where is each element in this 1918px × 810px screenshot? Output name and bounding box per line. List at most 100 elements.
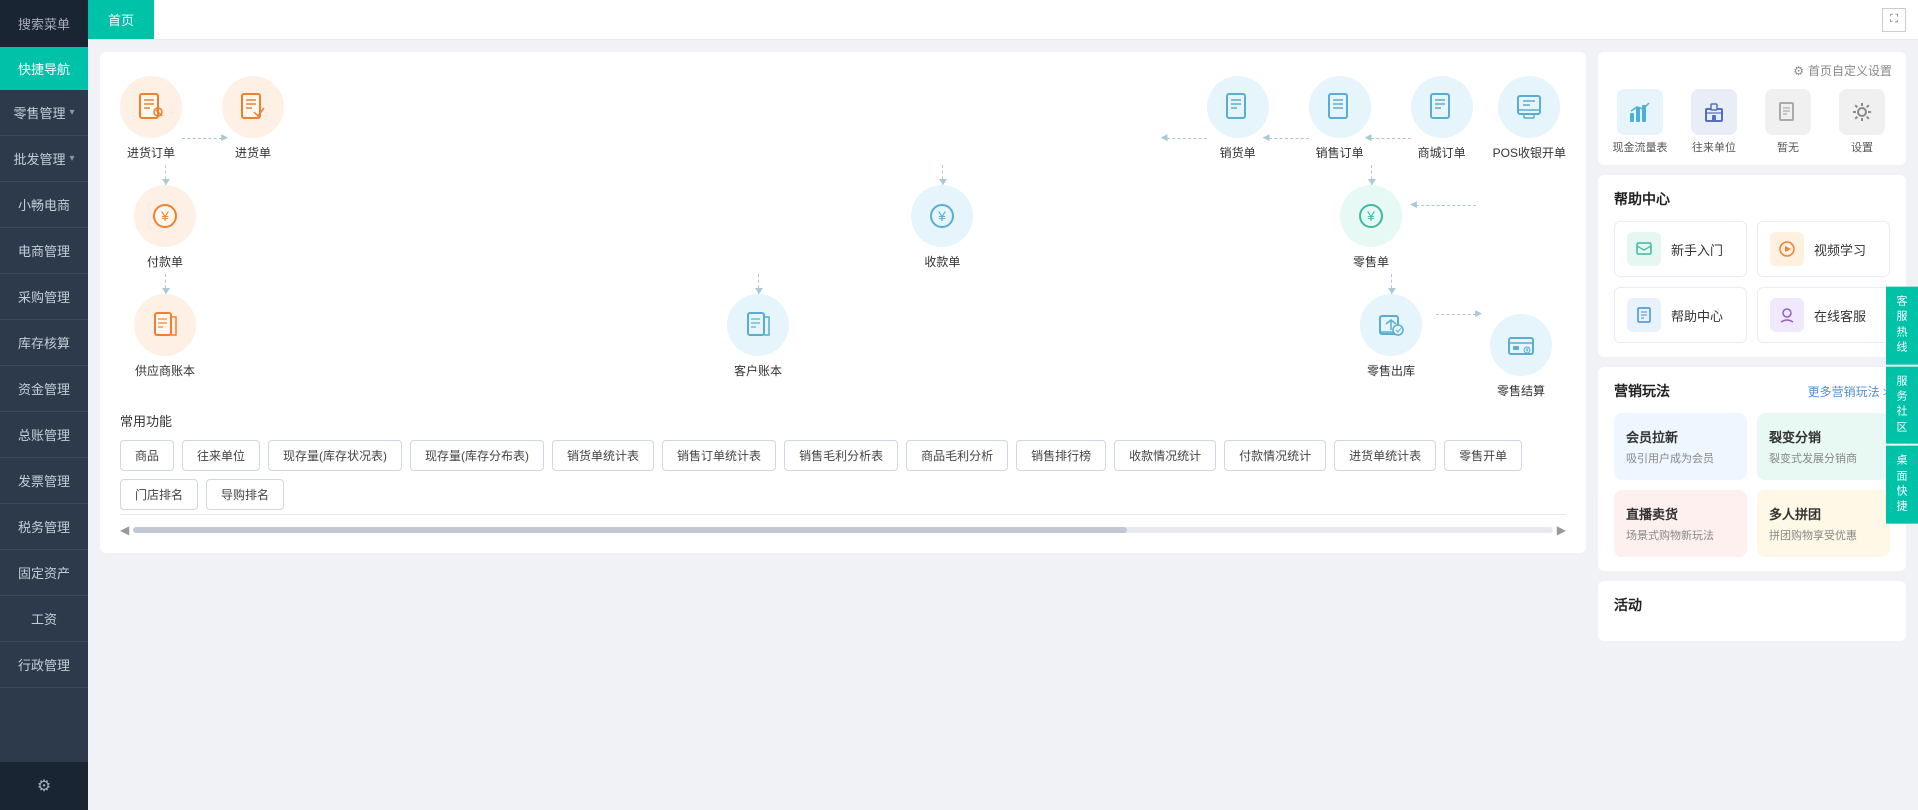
quick-access-icon-item[interactable]: 现金流量表 — [1612, 89, 1668, 155]
scroll-track[interactable] — [133, 527, 1553, 533]
marketing-item[interactable]: 直播卖货场景式购物新玩法 — [1614, 490, 1747, 557]
sidebar-item-retail[interactable]: 零售管理 ▾ — [0, 90, 88, 136]
node-pos[interactable]: POS收银开单 — [1493, 76, 1566, 161]
float-buttons: 客服热线 服务社区 桌面快捷 — [1886, 287, 1918, 524]
quick-access-icon-label: 往来单位 — [1692, 139, 1736, 155]
payment-icon: ¥ — [134, 185, 196, 247]
quick-access-card: ⚙ 首页自定义设置 现金流量表 往来单位 暂无设置 — [1598, 52, 1906, 165]
scroll-right-arrow[interactable]: ▶ — [1557, 523, 1566, 537]
common-functions-section: 常用功能 商品往来单位现存量(库存状况表)现存量(库存分布表)销货单统计表销售订… — [120, 411, 1566, 537]
quick-access-icon-item[interactable]: 设置 — [1834, 89, 1890, 155]
sidebar-item-invoice[interactable]: 发票管理 — [0, 458, 88, 504]
sidebar-item-finance[interactable]: 资金管理 — [0, 366, 88, 412]
help-item[interactable]: 视频学习 — [1757, 221, 1890, 277]
community-button[interactable]: 服务社区 — [1886, 366, 1918, 444]
common-func-button[interactable]: 进货单统计表 — [1334, 440, 1436, 471]
purchase-bill-icon — [222, 76, 284, 138]
homepage-settings-button[interactable]: ⚙ 首页自定义设置 — [1793, 62, 1892, 79]
flow-card: 进货订单 ▶ — [100, 52, 1586, 553]
common-func-button[interactable]: 导购排名 — [206, 479, 284, 510]
quick-access-icon-item[interactable]: 暂无 — [1760, 89, 1816, 155]
marketing-item-title: 多人拼团 — [1769, 504, 1878, 523]
node-purchase-order[interactable]: 进货订单 — [120, 76, 182, 161]
help-item[interactable]: 帮助中心 — [1614, 287, 1747, 343]
scroll-left-arrow[interactable]: ◀ — [120, 523, 129, 537]
common-func-button[interactable]: 付款情况统计 — [1224, 440, 1326, 471]
pos-icon — [1498, 76, 1560, 138]
common-func-button[interactable]: 销售订单统计表 — [662, 440, 776, 471]
sidebar-item-salary[interactable]: 工资 — [0, 596, 88, 642]
common-func-button[interactable]: 销售毛利分析表 — [784, 440, 898, 471]
help-item-icon — [1627, 298, 1661, 332]
common-func-button[interactable]: 商品 — [120, 440, 174, 471]
node-mall-order[interactable]: 商城订单 — [1411, 76, 1473, 161]
marketing-item[interactable]: 裂变分销裂变式发展分销商 — [1757, 413, 1890, 480]
activities-card: 活动 — [1598, 581, 1906, 641]
node-sale-bill[interactable]: 销货单 — [1207, 76, 1269, 161]
common-func-button[interactable]: 现存量(库存状况表) — [268, 440, 402, 471]
svg-text:¥: ¥ — [1366, 208, 1375, 224]
sidebar-item-purchase[interactable]: 采购管理 — [0, 274, 88, 320]
sale-bill-icon — [1207, 76, 1269, 138]
help-center-card: 帮助中心 新手入门视频学习帮助中心在线客服 — [1598, 175, 1906, 357]
quick-access-icon-label: 现金流量表 — [1613, 139, 1668, 155]
content-area: 进货订单 ▶ — [88, 40, 1918, 810]
sidebar-item-admin[interactable]: 行政管理 — [0, 642, 88, 688]
help-item-label: 帮助中心 — [1671, 306, 1723, 325]
common-func-button[interactable]: 零售开单 — [1444, 440, 1522, 471]
marketing-item-title: 直播卖货 — [1626, 504, 1735, 523]
help-item-icon — [1770, 298, 1804, 332]
common-func-button[interactable]: 销货单统计表 — [552, 440, 654, 471]
quick-nav-button[interactable]: 快捷导航 — [0, 47, 88, 90]
common-func-button[interactable]: 往来单位 — [182, 440, 260, 471]
more-marketing-button[interactable]: 更多营销玩法 > — [1808, 383, 1890, 400]
desktop-shortcut-button[interactable]: 桌面快捷 — [1886, 446, 1918, 524]
retail-out-icon — [1360, 294, 1422, 356]
common-func-button[interactable]: 收款情况统计 — [1114, 440, 1216, 471]
customer-service-button[interactable]: 客服热线 — [1886, 287, 1918, 365]
sidebar-item-inventory[interactable]: 库存核算 — [0, 320, 88, 366]
customer-account-icon — [727, 294, 789, 356]
sidebar-item-ecom1[interactable]: 小畅电商 — [0, 182, 88, 228]
help-item[interactable]: 在线客服 — [1757, 287, 1890, 343]
chevron-down-icon: ▾ — [69, 153, 74, 164]
marketing-item-subtitle: 场景式购物新玩法 — [1626, 527, 1735, 543]
quick-access-icon — [1765, 89, 1811, 135]
fullscreen-button[interactable]: ⛶ — [1882, 8, 1906, 32]
marketing-item-subtitle: 吸引用户成为会员 — [1626, 450, 1735, 466]
sidebar-item-fixed-assets[interactable]: 固定资产 — [0, 550, 88, 596]
marketing-item-subtitle: 裂变式发展分销商 — [1769, 450, 1878, 466]
marketing-item-title: 会员拉新 — [1626, 427, 1735, 446]
sidebar-item-wholesale[interactable]: 批发管理 ▾ — [0, 136, 88, 182]
common-func-button[interactable]: 销售排行榜 — [1016, 440, 1106, 471]
help-item-label: 新手入门 — [1671, 240, 1723, 259]
common-func-button[interactable]: 商品毛利分析 — [906, 440, 1008, 471]
quick-access-icon — [1691, 89, 1737, 135]
mall-order-icon — [1411, 76, 1473, 138]
search-menu-button[interactable]: 搜索菜单 — [0, 0, 88, 47]
sidebar-item-accounting[interactable]: 总账管理 — [0, 412, 88, 458]
sidebar-item-ecom2[interactable]: 电商管理 — [0, 228, 88, 274]
common-func-button[interactable]: 门店排名 — [120, 479, 198, 510]
common-func-button[interactable]: 现存量(库存分布表) — [410, 440, 544, 471]
marketing-item[interactable]: 会员拉新吸引用户成为会员 — [1614, 413, 1747, 480]
sidebar-gear-button[interactable]: ⚙ — [0, 762, 88, 810]
gear-small-icon: ⚙ — [1793, 64, 1804, 78]
tab-home[interactable]: 首页 — [88, 0, 154, 39]
node-purchase-bill[interactable]: 进货单 — [222, 76, 284, 161]
marketing-card: 营销玩法 更多营销玩法 > 会员拉新吸引用户成为会员裂变分销裂变式发展分销商直播… — [1598, 367, 1906, 571]
help-item-label: 视频学习 — [1814, 240, 1866, 259]
quick-access-icon-item[interactable]: 往来单位 — [1686, 89, 1742, 155]
arrow-down-1 — [165, 165, 166, 185]
quick-access-icon — [1617, 89, 1663, 135]
topbar: 首页 ⛶ — [88, 0, 1918, 40]
supplier-account-icon — [134, 294, 196, 356]
chevron-down-icon: ▾ — [69, 107, 74, 118]
sidebar-item-tax[interactable]: 税务管理 — [0, 504, 88, 550]
marketing-item[interactable]: 多人拼团拼团购物享受优惠 — [1757, 490, 1890, 557]
help-item[interactable]: 新手入门 — [1614, 221, 1747, 277]
node-sale-order[interactable]: 销售订单 — [1309, 76, 1371, 161]
retail-settle-icon: ¥ — [1490, 314, 1552, 376]
marketing-item-title: 裂变分销 — [1769, 427, 1878, 446]
main-area: 首页 ⛶ — [88, 0, 1918, 810]
